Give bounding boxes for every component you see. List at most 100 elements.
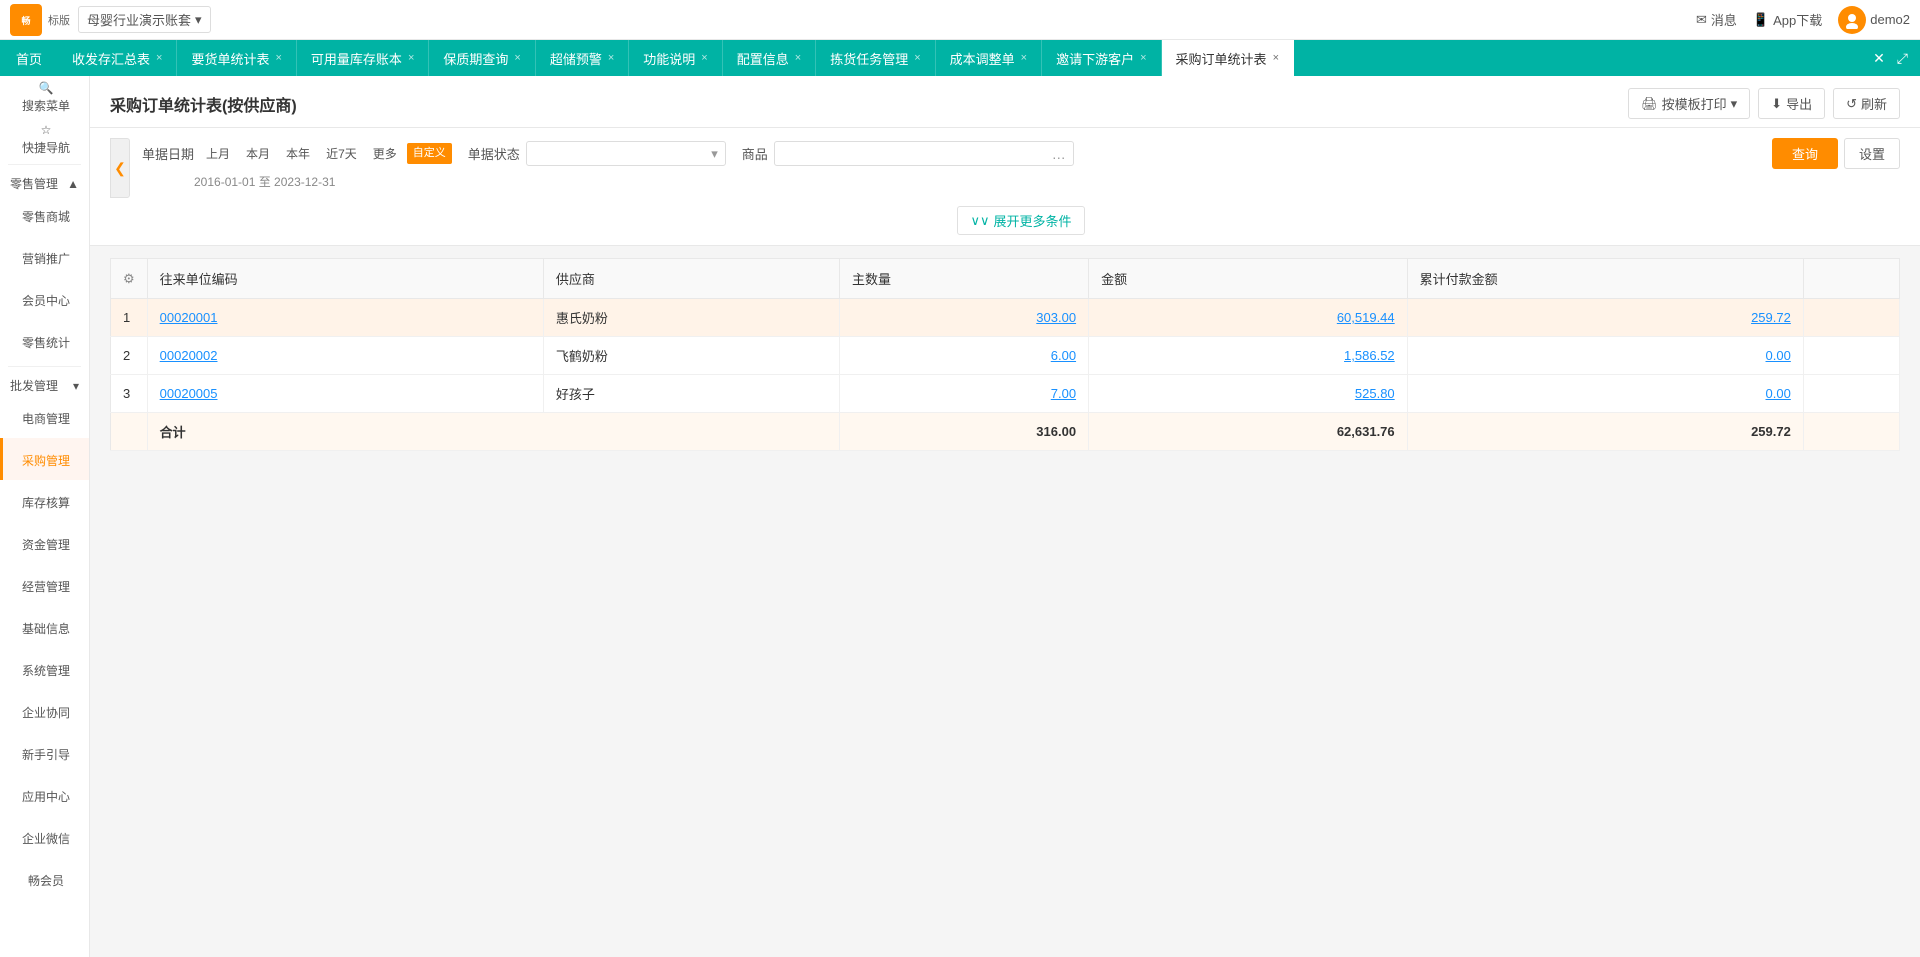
chevron-up-icon: ▲ [67,177,79,191]
shortcut-this-year[interactable]: 本年 [280,143,316,164]
tab-jianhuo[interactable]: 拣货任务管理 × [816,40,935,76]
cell-supplier: 惠氏奶粉 [543,299,839,337]
close-icon[interactable]: × [1273,52,1279,64]
page-title: 采购订单统计表(按供应商) [110,92,297,116]
close-icon[interactable]: × [701,52,707,64]
top-bar: 畅 标版 母婴行业演示账套 ▾ ✉ 消息 📱 App下载 demo2 [0,0,1920,40]
sidebar-item-appstore[interactable]: 应用中心 [0,774,89,816]
tab-peizhi[interactable]: 配置信息 × [723,40,816,76]
cell-quantity[interactable]: 303.00 [840,299,1089,337]
th-supplier: 供应商 [543,259,839,299]
cell-amount[interactable]: 60,519.44 [1089,299,1408,337]
table-row: 3 00020005 好孩子 7.00 525.80 0.00 [111,375,1900,413]
filter-area: ❮ 单据日期 上月 本月 本年 近7天 更多 自定义 [90,128,1920,246]
cell-quantity[interactable]: 7.00 [840,375,1089,413]
close-icon[interactable]: × [795,52,801,64]
close-icon[interactable]: × [608,52,614,64]
sidebar-item-retail-stat[interactable]: 零售统计 [0,320,89,362]
cell-index: 1 [111,299,148,337]
sidebar-item-collab[interactable]: 企业协同 [0,690,89,732]
product-input[interactable] [774,141,1074,166]
search-icon: 🔍 [39,81,54,95]
shortcut-7days[interactable]: 近7天 [320,143,363,164]
close-icon[interactable]: × [408,52,414,64]
nav-home[interactable]: 首页 [0,49,58,68]
cell-paid[interactable]: 0.00 [1407,337,1803,375]
cell-code[interactable]: 00020001 [147,299,543,337]
sidebar-item-basic-info[interactable]: 基础信息 [0,606,89,648]
tab-gongneng[interactable]: 功能说明 × [629,40,722,76]
sidebar-item-newbie[interactable]: 新手引导 [0,732,89,774]
cell-paid[interactable]: 259.72 [1407,299,1803,337]
sidebar-item-retail-shop[interactable]: 零售商城 [0,194,89,236]
main-layout: 🔍 搜索菜单 ☆ 快捷导航 零售管理 ▲ 零售商城 营销推广 会员中心 零售统计… [0,76,1920,957]
cell-code[interactable]: 00020002 [147,337,543,375]
cell-code[interactable]: 00020005 [147,375,543,413]
tab-yaohuo[interactable]: 要货单统计表 × [177,40,296,76]
cell-amount[interactable]: 525.80 [1089,375,1408,413]
cell-amount[interactable]: 1,586.52 [1089,337,1408,375]
close-icon[interactable]: × [275,52,281,64]
collapse-button[interactable]: ❮ [110,138,130,198]
tab-chaochu[interactable]: 超储预警 × [536,40,629,76]
nav-expand-button[interactable]: ⤢ [1893,46,1912,71]
query-actions: 查询 设置 [1772,138,1900,169]
th-quantity: 主数量 [840,259,1089,299]
divider-1 [8,164,81,165]
user-avatar[interactable]: demo2 [1838,6,1910,34]
tab-chengben[interactable]: 成本调整单 × [936,40,1042,76]
sidebar-group-retail[interactable]: 零售管理 ▲ [0,169,89,194]
star-icon: ☆ [41,123,52,137]
sidebar-item-member[interactable]: 会员中心 [0,278,89,320]
sidebar-item-finance[interactable]: 资金管理 [0,522,89,564]
message-icon: ✉ [1696,12,1707,28]
logo-area: 畅 标版 [10,4,70,36]
table-row: 1 00020001 惠氏奶粉 303.00 60,519.44 259.72 [111,299,1900,337]
sidebar-group-wholesale[interactable]: 批发管理 ▾ [0,371,89,396]
tab-kyliang[interactable]: 可用量库存账本 × [297,40,429,76]
product-label: 商品 [742,144,768,163]
shortcut-more[interactable]: 更多 [367,143,403,164]
app-download-button[interactable]: 📱 App下载 [1753,10,1822,29]
nav-close-button[interactable]: ✕ [1869,46,1889,71]
workspace-selector[interactable]: 母婴行业演示账套 ▾ [78,6,211,33]
date-label: 单据日期 [142,144,194,163]
sidebar-item-search[interactable]: 🔍 搜索菜单 [0,76,89,118]
message-button[interactable]: ✉ 消息 [1696,10,1737,29]
query-button[interactable]: 查询 [1772,138,1838,169]
export-button[interactable]: ⬇ 导出 [1758,88,1825,119]
shortcut-this-month[interactable]: 本月 [240,143,276,164]
sidebar-item-inventory[interactable]: 库存核算 [0,480,89,522]
tab-baozhi[interactable]: 保质期查询 × [429,40,535,76]
content-area: 采购订单统计表(按供应商) 🖨 按模板打印 ▾ ⬇ 导出 ↺ 刷新 [90,76,1920,957]
close-icon[interactable]: × [1021,52,1027,64]
sidebar-item-wechat[interactable]: 企业微信 [0,816,89,858]
settings-button[interactable]: 设置 [1844,138,1900,169]
close-icon[interactable]: × [1140,52,1146,64]
tab-shofazong[interactable]: 收发存汇总表 × [58,40,177,76]
tab-caigou-active[interactable]: 采购订单统计表 × [1162,40,1294,76]
cell-paid[interactable]: 0.00 [1407,375,1803,413]
status-select[interactable] [526,141,726,166]
sidebar-item-system[interactable]: 系统管理 [0,648,89,690]
sidebar-item-quicknav[interactable]: ☆ 快捷导航 [0,118,89,160]
close-icon[interactable]: × [156,52,162,64]
cell-quantity[interactable]: 6.00 [840,337,1089,375]
expand-button[interactable]: ∨∨ 展开更多条件 [957,206,1084,235]
refresh-button[interactable]: ↺ 刷新 [1833,88,1900,119]
chevron-down-icon: ▾ [195,12,202,28]
sidebar-item-vip[interactable]: 畅会员 [0,858,89,900]
shortcut-last-month[interactable]: 上月 [200,143,236,164]
close-icon[interactable]: × [514,52,520,64]
close-icon[interactable]: × [914,52,920,64]
cell-index: 2 [111,337,148,375]
sidebar-item-marketing[interactable]: 营销推广 [0,236,89,278]
print-button[interactable]: 🖨 按模板打印 ▾ [1628,88,1750,119]
filter-body: 单据日期 上月 本月 本年 近7天 更多 自定义 单据状态 [142,138,1900,235]
tab-yaoqing[interactable]: 邀请下游客户 × [1042,40,1161,76]
sidebar-item-purchase[interactable]: 采购管理 [0,438,89,480]
sidebar-item-ecommerce[interactable]: 电商管理 [0,396,89,438]
sidebar-item-operations[interactable]: 经营管理 [0,564,89,606]
gear-icon[interactable]: ⚙ [123,271,135,286]
more-icon[interactable]: … [1052,146,1066,162]
